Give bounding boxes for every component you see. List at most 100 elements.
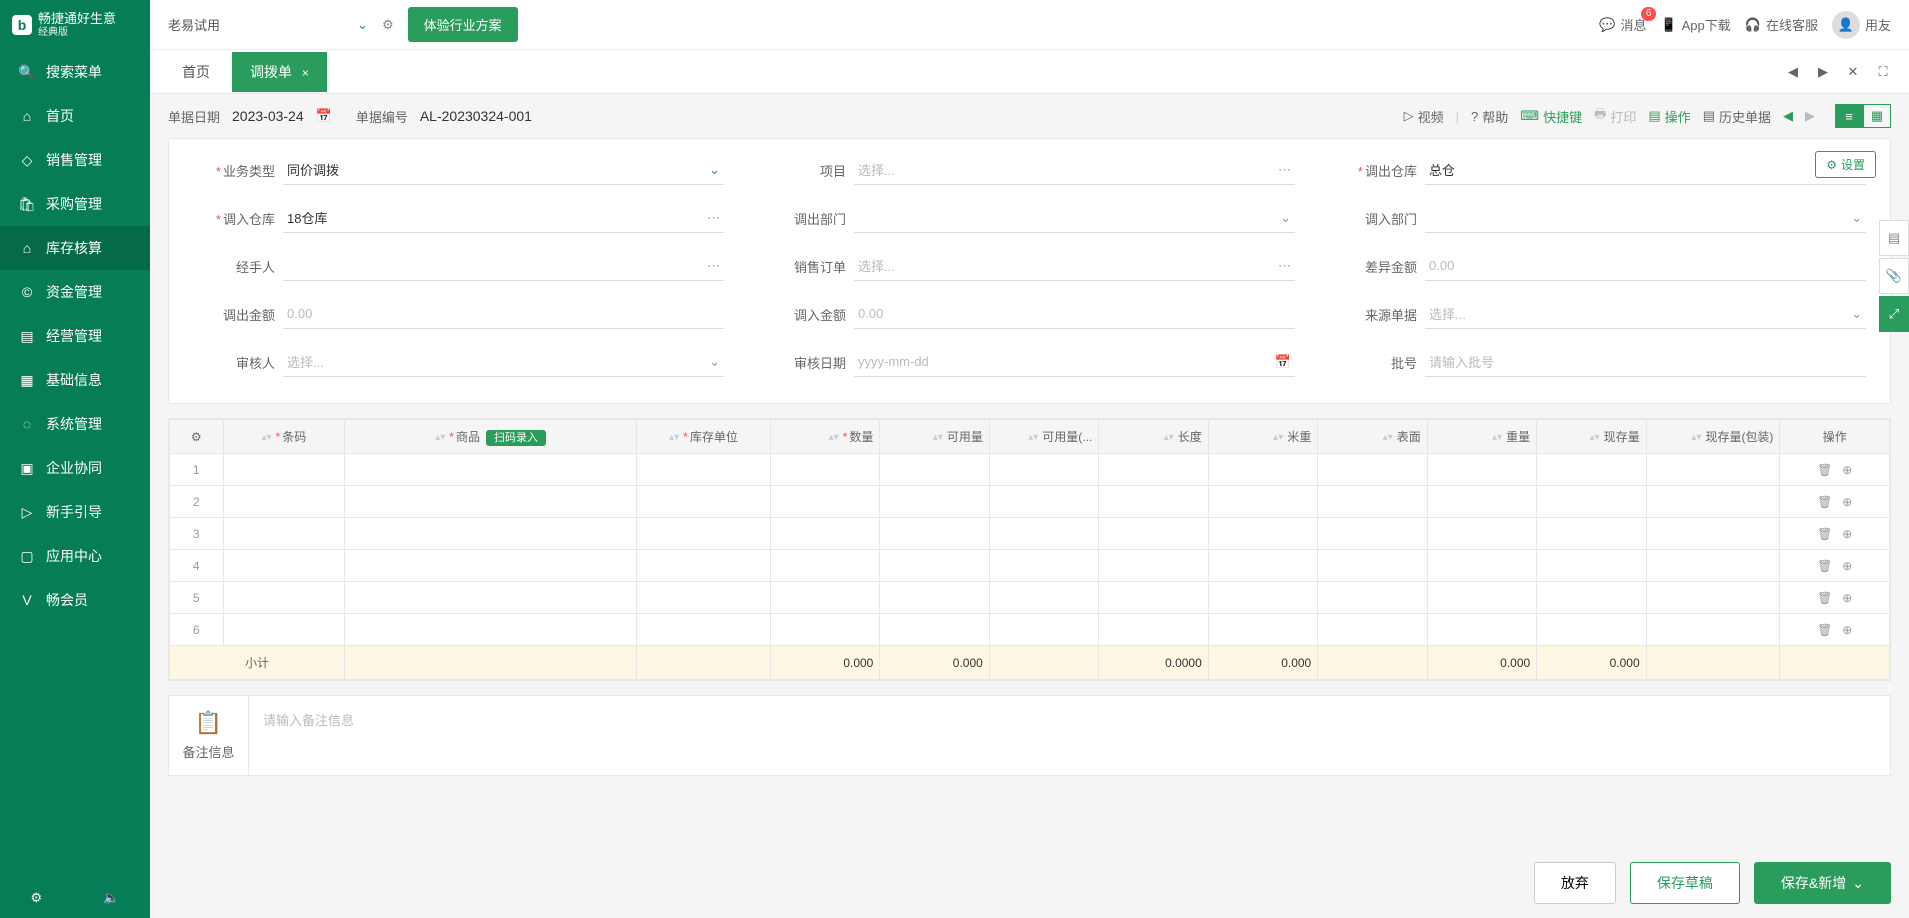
- sidebar-item-basic[interactable]: ▦基础信息: [0, 358, 150, 402]
- delete-row-icon[interactable]: 🗑: [1817, 495, 1832, 509]
- delete-row-icon[interactable]: 🗑: [1817, 463, 1832, 477]
- col-barcode[interactable]: ▴▾*条码: [223, 420, 345, 454]
- col-qty[interactable]: ▴▾*数量: [770, 420, 879, 454]
- table-row[interactable]: 2🗑⊕: [170, 486, 1890, 518]
- col-label: 现存量(包装): [1705, 430, 1773, 444]
- col-length[interactable]: ▴▾长度: [1099, 420, 1208, 454]
- gear-icon[interactable]: ⚙: [31, 890, 43, 906]
- org-select[interactable]: 老易试用 ⌄: [168, 15, 368, 34]
- print-button[interactable]: 🖶打印: [1594, 105, 1636, 127]
- view-list-button[interactable]: ≡: [1835, 104, 1863, 128]
- sidebar-item-search[interactable]: 🔍搜索菜单: [0, 50, 150, 94]
- table-row[interactable]: 5🗑⊕: [170, 582, 1890, 614]
- copy-row-icon[interactable]: ⊕: [1842, 463, 1852, 477]
- save-new-button[interactable]: 保存&新增⌄: [1754, 862, 1891, 904]
- col-unit[interactable]: ▴▾*库存单位: [637, 420, 771, 454]
- discard-button[interactable]: 放弃: [1534, 862, 1616, 904]
- support-button[interactable]: 🎧 在线客服: [1745, 15, 1818, 34]
- prev-doc-button[interactable]: ◀: [1783, 108, 1793, 124]
- sidebar-item-system[interactable]: ◌系统管理: [0, 402, 150, 446]
- copy-row-icon[interactable]: ⊕: [1842, 527, 1852, 541]
- copy-row-icon[interactable]: ⊕: [1842, 623, 1852, 637]
- gear-icon: ⚙: [191, 430, 202, 444]
- copy-row-icon[interactable]: ⊕: [1842, 559, 1852, 573]
- user-menu[interactable]: 👤 用友: [1832, 11, 1891, 39]
- col-surface[interactable]: ▴▾表面: [1318, 420, 1427, 454]
- form-settings-button[interactable]: ⚙设置: [1815, 151, 1876, 178]
- in-warehouse-select[interactable]: 18仓库⋯: [283, 203, 724, 233]
- tabs-prev-button[interactable]: ◀: [1781, 60, 1805, 84]
- video-button[interactable]: ▷视频: [1404, 107, 1444, 126]
- tabs-close-all-button[interactable]: ✕: [1841, 60, 1865, 84]
- vip-icon: V: [18, 591, 36, 609]
- delete-row-icon[interactable]: 🗑: [1817, 623, 1832, 637]
- help-button[interactable]: ?帮助: [1471, 107, 1508, 126]
- tabs-next-button[interactable]: ▶: [1811, 60, 1835, 84]
- delete-row-icon[interactable]: 🗑: [1817, 559, 1832, 573]
- experience-button[interactable]: 体验行业方案: [408, 7, 518, 42]
- sidebar-item-operation[interactable]: ▤经营管理: [0, 314, 150, 358]
- sidebar-item-sales[interactable]: ◇销售管理: [0, 138, 150, 182]
- messages-badge: 6: [1641, 7, 1657, 21]
- copy-row-icon[interactable]: ⊕: [1842, 591, 1852, 605]
- date-value[interactable]: 2023-03-24: [232, 108, 304, 124]
- table-row[interactable]: 4🗑⊕: [170, 550, 1890, 582]
- col-settings[interactable]: ⚙: [170, 420, 224, 454]
- float-attach-button[interactable]: 📎: [1879, 258, 1909, 294]
- tab-transfer[interactable]: 调拨单 ×: [232, 52, 327, 92]
- sidebar-item-guide[interactable]: ▷新手引导: [0, 490, 150, 534]
- sidebar-item-apps[interactable]: ▢应用中心: [0, 534, 150, 578]
- handler-select[interactable]: ⋯: [283, 251, 724, 281]
- app-download-button[interactable]: 📱 App下载: [1660, 15, 1730, 34]
- table-row[interactable]: 1🗑⊕: [170, 454, 1890, 486]
- save-draft-button[interactable]: 保存草稿: [1630, 862, 1740, 904]
- table-row[interactable]: 6🗑⊕: [170, 614, 1890, 646]
- col-avail[interactable]: ▴▾可用量: [880, 420, 989, 454]
- col-weight[interactable]: ▴▾重量: [1427, 420, 1536, 454]
- copy-row-icon[interactable]: ⊕: [1842, 495, 1852, 509]
- sidebar-item-purchase[interactable]: 🛍采购管理: [0, 182, 150, 226]
- operate-button[interactable]: ▤操作: [1648, 107, 1690, 126]
- close-icon[interactable]: ×: [302, 66, 309, 80]
- calendar-icon[interactable]: 📅: [316, 108, 332, 124]
- col-stock[interactable]: ▴▾现存量: [1537, 420, 1646, 454]
- col-mz[interactable]: ▴▾米重: [1208, 420, 1317, 454]
- date-label: 单据日期: [168, 107, 220, 126]
- in-dept-select[interactable]: ⌄: [1425, 203, 1866, 233]
- out-warehouse-select[interactable]: 总仓⋯: [1425, 155, 1866, 185]
- col-product[interactable]: ▴▾*商品扫码录入: [345, 420, 637, 454]
- sidebar-item-coop[interactable]: ▣企业协同: [0, 446, 150, 490]
- view-grid-button[interactable]: ▦: [1863, 104, 1891, 128]
- audit-date-input[interactable]: yyyy-mm-dd📅: [854, 347, 1295, 377]
- shortcut-button[interactable]: ⌨快捷键: [1520, 107, 1582, 126]
- source-select[interactable]: 选择...⌄: [1425, 299, 1866, 329]
- tab-home[interactable]: 首页: [164, 52, 228, 92]
- batch-input[interactable]: 请输入批号: [1425, 347, 1866, 377]
- float-expand-button[interactable]: ⤢: [1879, 296, 1909, 332]
- sound-icon[interactable]: 🔈: [103, 890, 119, 906]
- delete-row-icon[interactable]: 🗑: [1817, 527, 1832, 541]
- scan-button[interactable]: 扫码录入: [486, 430, 546, 446]
- sidebar-item-inventory[interactable]: ⌂库存核算: [0, 226, 150, 270]
- delete-row-icon[interactable]: 🗑: [1817, 591, 1832, 605]
- org-settings-icon[interactable]: ⚙: [382, 17, 394, 33]
- history-button[interactable]: ▤历史单据: [1703, 107, 1771, 126]
- sidebar-item-member[interactable]: V畅会员: [0, 578, 150, 622]
- out-dept-select[interactable]: ⌄: [854, 203, 1295, 233]
- messages-button[interactable]: 💬 消息 6: [1599, 15, 1646, 34]
- sidebar-item-finance[interactable]: ©资金管理: [0, 270, 150, 314]
- col-stock-pkg[interactable]: ▴▾现存量(包装): [1646, 420, 1780, 454]
- fullscreen-icon[interactable]: ⛶: [1871, 60, 1895, 84]
- table-row[interactable]: 3🗑⊕: [170, 518, 1890, 550]
- project-select[interactable]: 选择...⋯: [854, 155, 1295, 185]
- auditor-select[interactable]: 选择...⌄: [283, 347, 724, 377]
- app-download-label: App下载: [1682, 15, 1731, 34]
- sidebar-item-home[interactable]: ⌂首页: [0, 94, 150, 138]
- remark-input[interactable]: 请输入备注信息: [249, 696, 1890, 775]
- float-doc-button[interactable]: ▤: [1879, 220, 1909, 256]
- col-avail-pkg[interactable]: ▴▾可用量(...: [989, 420, 1098, 454]
- next-doc-button[interactable]: ▶: [1805, 108, 1815, 124]
- biz-type-select[interactable]: 同价调拨⌄: [283, 155, 724, 185]
- row-ops: 🗑⊕: [1780, 454, 1890, 486]
- sales-order-select[interactable]: 选择...⋯: [854, 251, 1295, 281]
